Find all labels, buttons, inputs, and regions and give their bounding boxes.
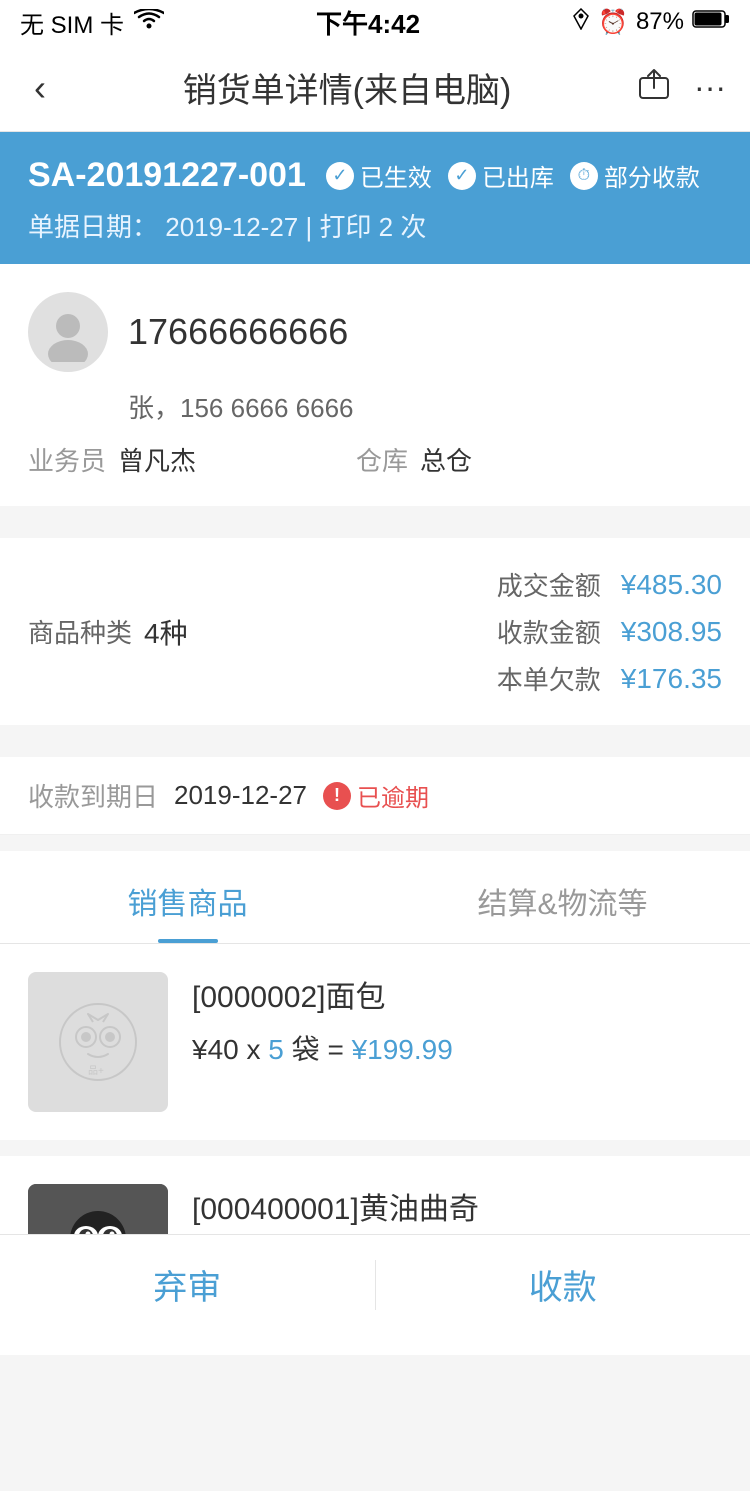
product-tabs: 销售商品 结算&物流等 [0,851,750,944]
product-price-1: ¥40 x 5 袋 = ¥199.99 [192,1028,722,1068]
product-name-2: [000400001]黄油曲奇 [192,1184,722,1228]
badge-outbound: ✓ 已出库 [448,158,554,193]
collect-payment-button[interactable]: 收款 [376,1240,750,1329]
salesperson-value: 曾凡杰 [118,441,196,478]
badge-partial-payment: ⏱ 部分收款 [570,158,700,193]
product-quantity-1: 5 [268,1034,284,1065]
order-header: SA-20191227-001 ✓ 已生效 ✓ 已出库 ⏱ 部分收款 单据日期：… [0,132,750,264]
status-bar: 无 SIM 卡 下午4:42 ⏰ 87% [0,0,750,44]
salesperson-label: 业务员 [28,441,106,478]
overdue-badge: ! 已逾期 [323,778,429,813]
product-equals-1: = [327,1034,351,1065]
order-badges: ✓ 已生效 ✓ 已出库 ⏱ 部分收款 [326,158,700,193]
overdue-label: 已逾期 [357,778,429,813]
divider-3 [0,835,750,851]
back-button[interactable]: ‹ [24,57,56,119]
tab-sales-products[interactable]: 销售商品 [0,851,375,943]
nav-bar: ‹ 销货单详情(来自电脑) ··· [0,44,750,132]
alarm-icon: ⏰ [598,8,628,37]
share-icon[interactable] [638,68,670,108]
warehouse-value: 总仓 [420,441,472,478]
battery-text: 87% [636,8,684,36]
product-types: 商品种类 4种 [28,566,477,697]
customer-avatar [28,292,108,372]
customer-full-name: 张，156 6666 6666 [28,388,722,425]
more-icon[interactable]: ··· [694,69,726,106]
clock-icon: ⏱ [570,162,598,190]
wifi-icon [134,8,164,36]
divider-2 [0,725,750,741]
svg-text:品+: 品+ [88,1065,104,1077]
received-row: 收款金额 ¥308.95 [497,613,722,650]
status-time: 下午4:42 [316,4,420,41]
received-amount: ¥308.95 [621,616,722,648]
due-date-label: 收款到期日 [28,777,158,814]
page-title: 销货单详情(来自电脑) [56,63,638,112]
warehouse-detail: 仓库 总仓 [356,441,472,478]
checkmark-icon-1: ✓ [326,162,354,190]
location-icon [572,8,590,37]
battery-icon [692,8,730,36]
customer-details: 业务员 曾凡杰 仓库 总仓 [28,441,722,478]
product-multiply-1: x [247,1034,269,1065]
transaction-row: 成交金额 ¥485.30 [497,566,722,603]
order-id: SA-20191227-001 [28,156,306,195]
product-unit-1: 袋 [292,1034,320,1065]
product-types-label: 商品种类 [28,613,132,650]
status-right: ⏰ 87% [572,8,730,37]
status-left: 无 SIM 卡 [20,5,164,40]
customer-card: 17666666666 张，156 6666 6666 业务员 曾凡杰 仓库 总… [0,264,750,506]
divider-1 [0,506,750,522]
owed-label: 本单欠款 [497,660,601,697]
owed-amount: ¥176.35 [621,663,722,695]
owed-row: 本单欠款 ¥176.35 [497,660,722,697]
product-thumbnail-1: 品+ [28,972,168,1112]
product-list: 品+ [0000002]面包 ¥40 x 5 袋 = ¥199.99 [0,944,750,1491]
bottom-spacer [0,1371,750,1491]
nav-actions: ··· [638,68,726,108]
product-total-1: ¥199.99 [352,1034,453,1065]
product-name-1: [0000002]面包 [192,972,722,1016]
tab-settlement-logistics[interactable]: 结算&物流等 [375,851,750,943]
product-thumb-placeholder-1: 品+ [28,972,168,1112]
product-info-1: [0000002]面包 ¥40 x 5 袋 = ¥199.99 [192,972,722,1112]
due-date-row: 收款到期日 2019-12-27 ! 已逾期 [0,757,750,835]
warehouse-label: 仓库 [356,441,408,478]
carrier-text: 无 SIM 卡 [20,5,124,40]
product-unit-price-1: ¥40 [192,1034,239,1065]
summary-card: 商品种类 4种 成交金额 ¥485.30 收款金额 ¥308.95 本单欠款 ¥… [0,538,750,725]
salesperson-detail: 业务员 曾凡杰 [28,441,196,478]
bottom-bar: 弃审 收款 [0,1234,750,1334]
transaction-label: 成交金额 [497,566,601,603]
badge-effective: ✓ 已生效 [326,158,432,193]
cancel-audit-button[interactable]: 弃审 [0,1240,375,1329]
checkmark-icon-2: ✓ [448,162,476,190]
order-meta: 单据日期： 2019-12-27 | 打印 2 次 [28,207,722,244]
product-types-count: 4种 [144,612,188,652]
product-item: 品+ [0000002]面包 ¥40 x 5 袋 = ¥199.99 [0,944,750,1140]
transaction-amount: ¥485.30 [621,569,722,601]
due-date-value: 2019-12-27 [174,780,307,811]
financial-summary: 成交金额 ¥485.30 收款金额 ¥308.95 本单欠款 ¥176.35 [497,566,722,697]
received-label: 收款金额 [497,613,601,650]
overdue-icon: ! [323,782,351,810]
customer-phone: 17666666666 [128,311,348,353]
